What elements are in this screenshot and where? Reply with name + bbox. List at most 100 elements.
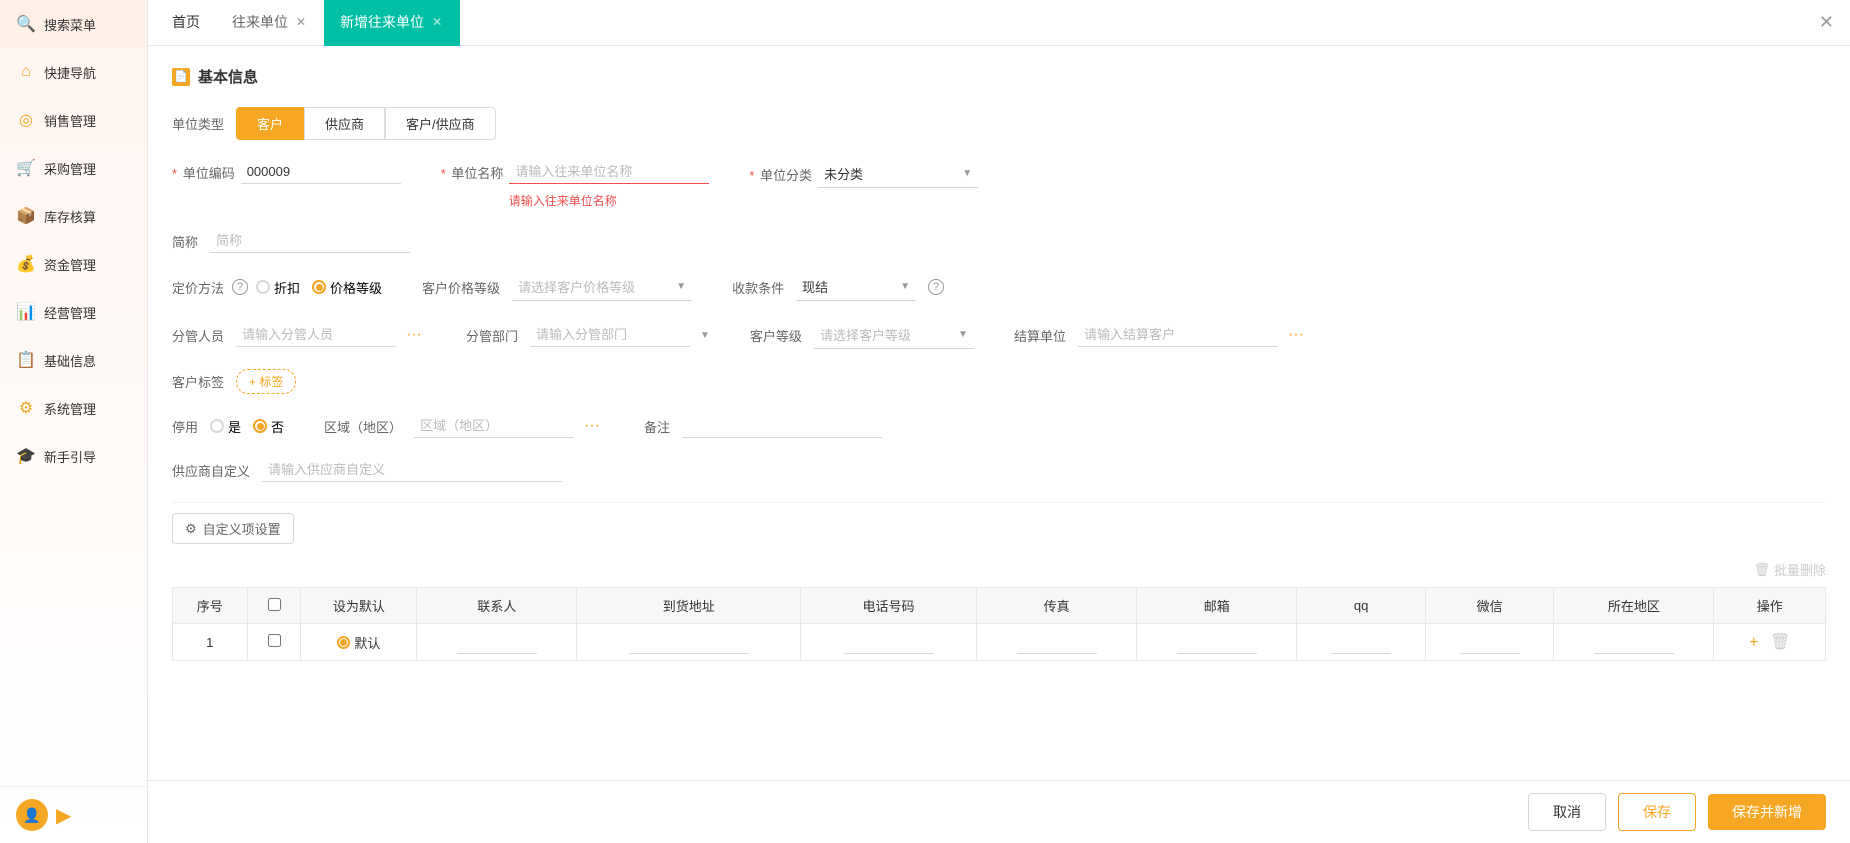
pricing-discount-circle	[256, 280, 270, 294]
unit-type-row: 单位类型 客户 供应商 客户/供应商	[172, 107, 1826, 140]
unit-type-label: 单位类型	[172, 114, 224, 133]
select-all-checkbox[interactable]	[268, 598, 281, 611]
pricing-help-icon[interactable]: ?	[232, 279, 248, 295]
col-contact: 联系人	[417, 588, 577, 624]
row-phone	[801, 624, 977, 661]
short-name-input[interactable]	[210, 229, 410, 253]
short-name-field: 简称	[172, 229, 410, 253]
disabled-radio-group: 是 否	[210, 417, 284, 436]
tab-partners[interactable]: 往来单位 ✕	[216, 0, 324, 46]
guide-icon: 🎓	[16, 446, 36, 466]
pricing-method-field: 定价方法 ? 折扣 价格等级	[172, 278, 382, 297]
pricing-radio-group: 折扣 价格等级	[256, 278, 382, 297]
row-region-input[interactable]	[1594, 630, 1674, 654]
settlement-unit-field: 结算单位 ···	[1014, 323, 1308, 347]
sidebar-item-operations[interactable]: 📊 经营管理	[0, 288, 147, 336]
add-tag-button[interactable]: + 标签	[236, 369, 296, 394]
pricing-level-radio[interactable]: 价格等级	[312, 278, 382, 297]
row-supplier-custom: 供应商自定义	[172, 458, 1826, 482]
cancel-button[interactable]: 取消	[1528, 793, 1606, 831]
unit-type-customer[interactable]: 客户	[236, 107, 304, 140]
custom-settings-button[interactable]: ⚙ 自定义项设置	[172, 513, 294, 544]
payment-terms-label: 收款条件	[732, 278, 784, 297]
unit-name-input[interactable]	[509, 160, 709, 184]
tab-home[interactable]: 首页	[156, 0, 216, 46]
settlement-unit-label: 结算单位	[1014, 326, 1066, 345]
operations-icon: 📊	[16, 302, 36, 322]
row-delete-button[interactable]: 🗑	[1766, 630, 1794, 654]
row-contact-input[interactable]	[457, 630, 537, 654]
disabled-yes-radio[interactable]: 是	[210, 417, 241, 436]
footer: 取消 保存 保存并新增	[148, 780, 1850, 843]
department-chevron: ▼	[700, 330, 710, 341]
sidebar-item-search[interactable]: 🔍 搜索菜单	[0, 0, 147, 48]
customer-price-level-field: 客户价格等级 请选择客户价格等级 ▼	[422, 273, 692, 301]
supplier-custom-input[interactable]	[262, 458, 562, 482]
row-contact	[417, 624, 577, 661]
window-close-button[interactable]: ✕	[1811, 12, 1842, 33]
sidebar-item-base-info[interactable]: 📋 基础信息	[0, 336, 147, 384]
row-phone-input[interactable]	[844, 630, 934, 654]
sidebar-item-system[interactable]: ⚙ 系统管理	[0, 384, 147, 432]
payment-terms-help-icon[interactable]: ?	[928, 279, 944, 295]
disabled-yes-circle	[210, 419, 224, 433]
row-checkbox	[247, 624, 301, 661]
tab-new-partner[interactable]: 新增往来单位 ✕	[324, 0, 460, 46]
row-customer-tag: 客户标签 + 标签	[172, 369, 1826, 394]
settlement-unit-input[interactable]	[1078, 323, 1278, 347]
region-input[interactable]	[414, 414, 574, 438]
manager-input[interactable]	[236, 323, 396, 347]
sidebar-item-quick-nav[interactable]: ⌂ 快捷导航	[0, 48, 147, 96]
row-address-input[interactable]	[629, 630, 749, 654]
row-fax-input[interactable]	[1017, 630, 1097, 654]
row-email-input[interactable]	[1177, 630, 1257, 654]
save-and-new-button[interactable]: 保存并新增	[1708, 794, 1826, 830]
row-region	[1554, 624, 1714, 661]
sidebar-item-new-guide[interactable]: 🎓 新手引导	[0, 432, 147, 480]
remarks-input[interactable]	[682, 414, 882, 438]
sidebar: 🔍 搜索菜单 ⌂ 快捷导航 ◎ 销售管理 🛒 采购管理 📦 库存核算 💰 资金管…	[0, 0, 148, 843]
unit-category-select[interactable]: 未分类 ▼	[818, 160, 978, 188]
row-add-button[interactable]: +	[1745, 632, 1762, 654]
row-qq-input[interactable]	[1331, 630, 1391, 654]
col-email: 邮箱	[1137, 588, 1297, 624]
home-icon: ⌂	[16, 62, 36, 82]
sidebar-item-inventory[interactable]: 📦 库存核算	[0, 192, 147, 240]
region-dots-btn[interactable]: ···	[580, 417, 604, 435]
finance-icon: 💰	[16, 254, 36, 274]
row-checkbox-input[interactable]	[268, 634, 281, 647]
disabled-no-radio[interactable]: 否	[253, 417, 284, 436]
department-input[interactable]	[530, 323, 690, 347]
tab-new-partner-close[interactable]: ✕	[430, 13, 444, 31]
supplier-custom-label: 供应商自定义	[172, 461, 250, 480]
tab-partners-close[interactable]: ✕	[294, 13, 308, 31]
inventory-icon: 📦	[16, 206, 36, 226]
row-wechat-input[interactable]	[1460, 630, 1520, 654]
save-button[interactable]: 保存	[1618, 793, 1696, 831]
row-default-radio[interactable]	[337, 636, 350, 649]
batch-delete-area[interactable]: 🗑 批量删除	[172, 560, 1826, 579]
settlement-unit-dots-btn[interactable]: ···	[1284, 326, 1308, 344]
customer-price-level-select[interactable]: 请选择客户价格等级 ▼	[512, 273, 692, 301]
tab-bar: 首页 往来单位 ✕ 新增往来单位 ✕ ✕	[148, 0, 1850, 46]
region-field: 区域（地区） ···	[324, 414, 604, 438]
unit-code-field: * 单位编码	[172, 160, 401, 184]
manager-dots-btn[interactable]: ···	[402, 326, 426, 344]
sidebar-item-purchase[interactable]: 🛒 采购管理	[0, 144, 147, 192]
unit-code-input[interactable]	[241, 160, 401, 184]
sidebar-item-sales[interactable]: ◎ 销售管理	[0, 96, 147, 144]
pricing-method-label: 定价方法	[172, 278, 224, 297]
search-icon: 🔍	[16, 14, 36, 34]
payment-terms-field: 收款条件 现结 ▼ ?	[732, 273, 944, 301]
pricing-discount-radio[interactable]: 折扣	[256, 278, 300, 297]
unit-type-supplier[interactable]: 供应商	[304, 107, 385, 140]
unit-type-both[interactable]: 客户/供应商	[385, 107, 496, 140]
customer-level-select[interactable]: 请选择客户等级 ▼	[814, 321, 974, 349]
remarks-field: 备注	[644, 414, 882, 438]
payment-terms-select[interactable]: 现结 ▼	[796, 273, 916, 301]
customer-tag-label: 客户标签	[172, 372, 224, 391]
unit-category-chevron: ▼	[962, 168, 972, 179]
sidebar-item-finance[interactable]: 💰 资金管理	[0, 240, 147, 288]
system-icon: ⚙	[16, 398, 36, 418]
region-label: 区域（地区）	[324, 417, 402, 436]
